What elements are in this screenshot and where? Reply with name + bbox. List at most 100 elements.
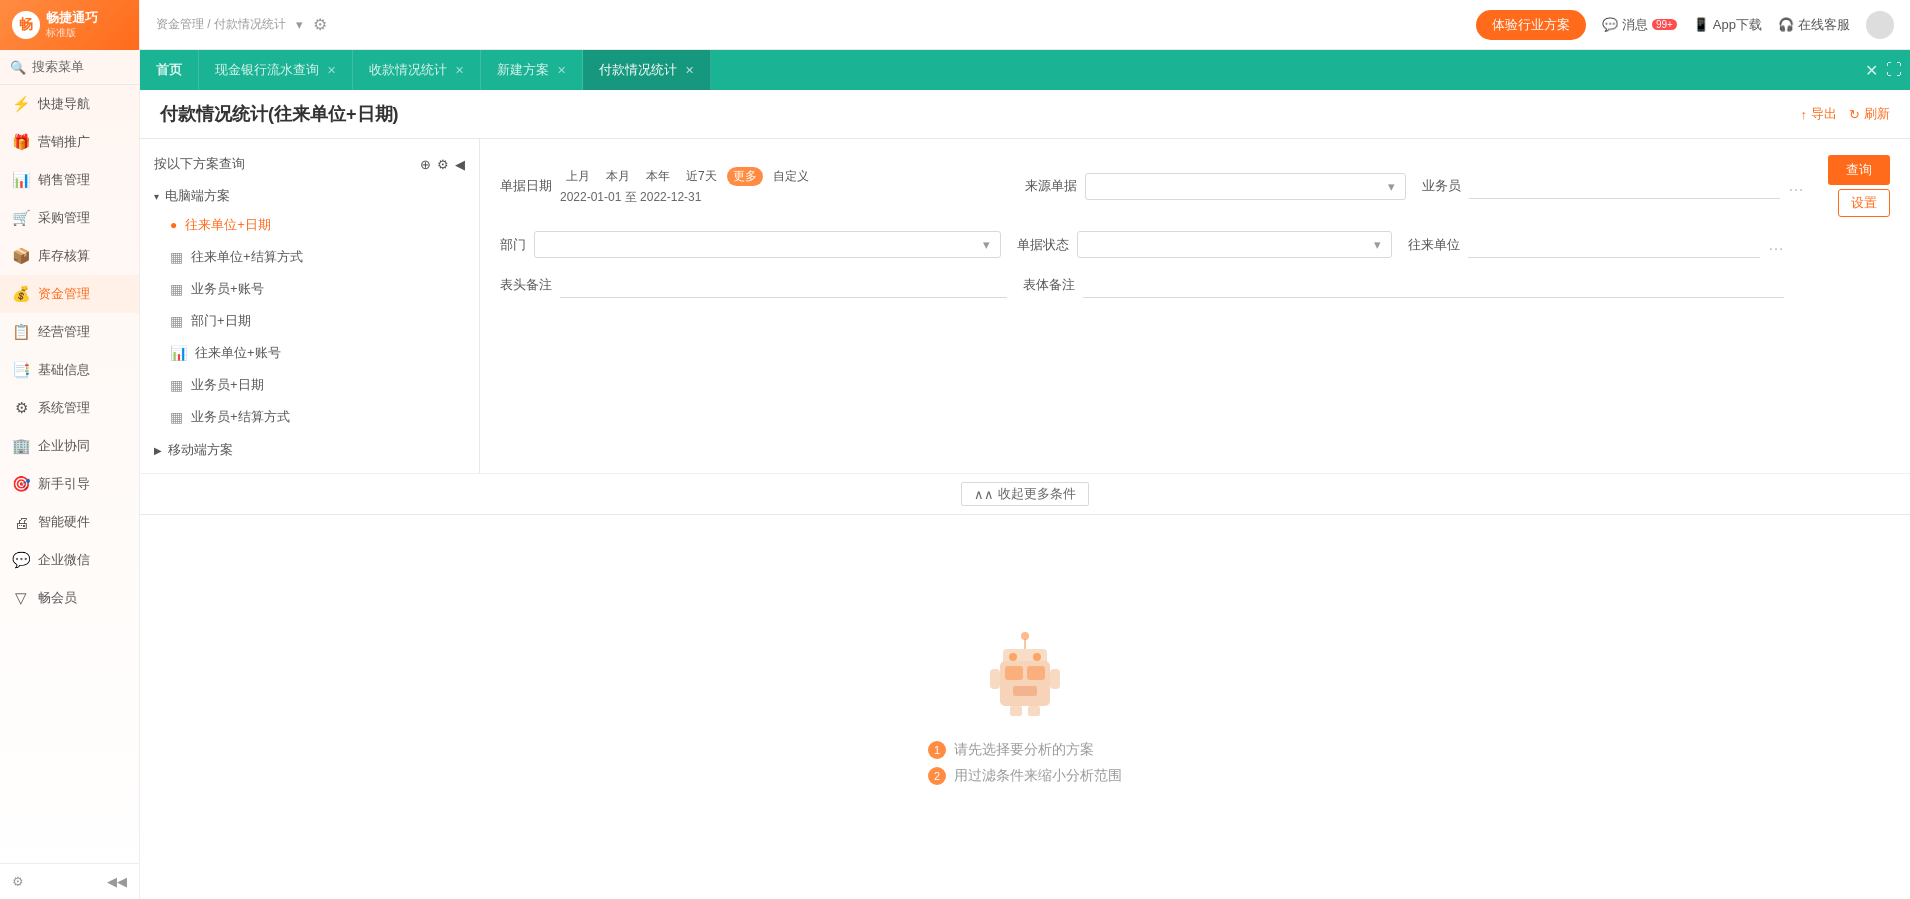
collapse-btn[interactable]: ∧∧ 收起更多条件 [961,482,1089,506]
sidebar-item-finance[interactable]: 💰 资金管理 [0,275,139,313]
svg-rect-2 [1027,666,1045,680]
date-btn-last-month[interactable]: 上月 [560,166,596,187]
tab-payment-stat[interactable]: 付款情况统计 ✕ [583,50,711,90]
app-download-btn[interactable]: 📱 App下载 [1693,16,1762,34]
query-btn[interactable]: 查询 [1828,155,1890,185]
filter-row-3: 表头备注 表体备注 [500,272,1890,298]
sidebar-item-purchase[interactable]: 🛒 采购管理 [0,199,139,237]
sidebar-item-marketing[interactable]: 🎁 营销推广 [0,123,139,161]
date-controls: 上月 本月 本年 近7天 更多 自定义 2022-01-01 至 2022-12… [560,166,1009,206]
bill-status-select[interactable]: ▾ [1077,231,1393,258]
date-buttons: 上月 本月 本年 近7天 更多 自定义 [560,166,1009,187]
sidebar-item-enterprise[interactable]: 🏢 企业协同 [0,427,139,465]
system-icon: ⚙ [12,399,30,417]
svg-point-10 [1033,653,1041,661]
body-note-input[interactable] [1083,272,1784,298]
scheme-item-staff-account[interactable]: ▦ 业务员+账号 [140,273,479,305]
logo-icon: 畅 [12,11,40,39]
tab-bank-flow[interactable]: 现金银行流水查询 ✕ [199,50,353,90]
purchase-icon: 🛒 [12,209,30,227]
scheme-group-mobile-title[interactable]: ▶ 移动端方案 [140,433,479,463]
page-header: 付款情况统计(往来单位+日期) ↑ 导出 ↻ 刷新 [140,90,1910,139]
sidebar-nav: ⚡ 快捷导航 🎁 营销推广 📊 销售管理 🛒 采购管理 📦 库存核算 💰 资金管… [0,85,139,863]
date-btn-7days[interactable]: 近7天 [680,166,723,187]
sidebar-item-wechat[interactable]: 💬 企业微信 [0,541,139,579]
source-bill-select[interactable]: ▾ [1085,173,1407,200]
header-note-input[interactable] [560,272,1007,298]
sidebar-item-member[interactable]: ▽ 畅会员 [0,579,139,617]
staff-input[interactable] [1469,173,1780,199]
content-area: 付款情况统计(往来单位+日期) ↑ 导出 ↻ 刷新 按以下方案查询 [140,90,1910,899]
tab-maximize-icon[interactable]: ⛶ [1886,61,1902,79]
filter-item-date: 单据日期 上月 本月 本年 近7天 更多 自定义 2022-01-01 至 20… [500,166,1009,206]
date-btn-custom[interactable]: 自定义 [767,166,815,187]
collapse-bar: ∧∧ 收起更多条件 [140,473,1910,515]
sidebar-item-base-info[interactable]: 📑 基础信息 [0,351,139,389]
quick-nav-icon: ⚡ [12,95,30,113]
scheme-item-unit-date[interactable]: ● 往来单位+日期 [140,209,479,241]
scheme-table-icon: ▦ [170,249,183,265]
related-unit-dots-icon[interactable]: … [1768,236,1784,254]
filter-item-staff: 业务员 … [1422,173,1804,199]
tab-close-receipt-stat[interactable]: ✕ [455,64,464,77]
online-service-btn[interactable]: 🎧 在线客服 [1778,16,1850,34]
sidebar-logo: 畅 畅捷通巧 标准版 [0,0,139,50]
breadcrumb-dropdown[interactable]: ▾ [296,17,303,32]
tab-close-new-scheme[interactable]: ✕ [557,64,566,77]
collapse-scheme-icon[interactable]: ◀ [455,157,465,172]
scheme-group-desktop-title[interactable]: ▾ 电脑端方案 [140,179,479,209]
body-note-label: 表体备注 [1023,276,1075,294]
tab-close-bank-flow[interactable]: ✕ [327,64,336,77]
sidebar-item-hardware[interactable]: 🖨 智能硬件 [0,503,139,541]
user-avatar[interactable] [1866,11,1894,39]
footer-collapse-icon[interactable]: ◀◀ [107,874,127,889]
scheme-item-staff-date[interactable]: ▦ 业务员+日期 [140,369,479,401]
enterprise-icon: 🏢 [12,437,30,455]
tab-close-payment-stat[interactable]: ✕ [685,64,694,77]
export-btn[interactable]: ↑ 导出 [1801,105,1838,123]
mobile-group-arrow-icon: ▶ [154,445,162,456]
scheme-item-unit-account[interactable]: 📊 往来单位+账号 [140,337,479,369]
tab-receipt-stat[interactable]: 收款情况统计 ✕ [353,50,481,90]
filter-item-body-note: 表体备注 [1023,272,1784,298]
scheme-item-unit-settle[interactable]: ▦ 往来单位+结算方式 [140,241,479,273]
footer-settings-icon[interactable]: ⚙ [12,874,24,889]
trial-btn[interactable]: 体验行业方案 [1476,10,1586,40]
date-btn-more[interactable]: 更多 [727,167,763,186]
sidebar-item-inventory[interactable]: 📦 库存核算 [0,237,139,275]
add-scheme-icon[interactable]: ⊕ [420,157,431,172]
message-badge: 99+ [1652,19,1677,30]
member-icon: ▽ [12,589,30,607]
dept-select[interactable]: ▾ [534,231,1001,258]
empty-state: 1 请先选择要分析的方案 2 用过滤条件来缩小分析范围 [140,515,1910,899]
sidebar-item-operation[interactable]: 📋 经营管理 [0,313,139,351]
guide-icon: 🎯 [12,475,30,493]
related-unit-input[interactable] [1468,232,1760,258]
message-btn[interactable]: 💬 消息 99+ [1602,16,1677,34]
scheme-item-dept-date[interactable]: ▦ 部门+日期 [140,305,479,337]
main-area: 资金管理 / 付款情况统计 ▾ ⚙ 体验行业方案 💬 消息 99+ 📱 App下… [140,0,1910,899]
filter-item-header-note: 表头备注 [500,272,1007,298]
sidebar-item-sales[interactable]: 📊 销售管理 [0,161,139,199]
tab-close-all-icon[interactable]: ✕ [1865,61,1878,80]
date-btn-this-year[interactable]: 本年 [640,166,676,187]
scheme-item-staff-settle[interactable]: ▦ 业务员+结算方式 [140,401,479,433]
sidebar-item-guide[interactable]: 🎯 新手引导 [0,465,139,503]
search-menu[interactable]: 🔍 搜索菜单 [0,50,139,85]
filter-item-source-bill: 来源单据 ▾ [1025,173,1407,200]
settings-scheme-icon[interactable]: ⚙ [437,157,449,172]
filter-settings-btn[interactable]: 设置 [1838,189,1890,217]
refresh-btn[interactable]: ↻ 刷新 [1849,105,1890,123]
refresh-icon: ↻ [1849,107,1860,122]
sidebar-item-quick-nav[interactable]: ⚡ 快捷导航 [0,85,139,123]
sidebar-item-system[interactable]: ⚙ 系统管理 [0,389,139,427]
sales-icon: 📊 [12,171,30,189]
topbar-settings-icon[interactable]: ⚙ [313,15,327,34]
scheme-panel-header: 按以下方案查询 ⊕ ⚙ ◀ [140,149,479,179]
tab-new-scheme[interactable]: 新建方案 ✕ [481,50,583,90]
date-btn-this-month[interactable]: 本月 [600,166,636,187]
query-col: 查询 设置 [1828,155,1890,217]
tab-home[interactable]: 首页 [140,50,199,90]
tabbar: 首页 现金银行流水查询 ✕ 收款情况统计 ✕ 新建方案 ✕ 付款情况统计 ✕ ✕… [140,50,1910,90]
staff-dots-icon[interactable]: … [1788,177,1804,195]
